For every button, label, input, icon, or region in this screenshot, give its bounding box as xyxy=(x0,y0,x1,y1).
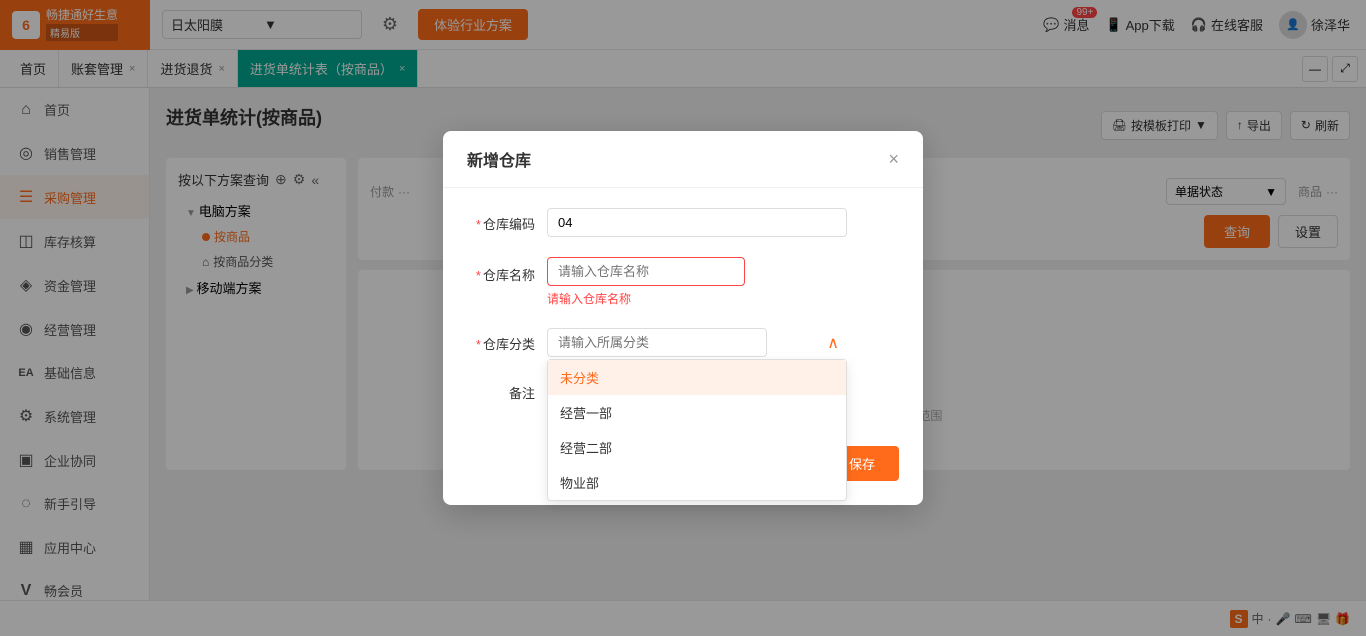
form-row-code: *仓库编码 xyxy=(467,208,899,237)
dropdown-item-dept2[interactable]: 经营二部 xyxy=(548,430,846,465)
name-field-wrap xyxy=(547,257,745,286)
dialog-title: 新增仓库 xyxy=(467,147,531,171)
category-label: *仓库分类 xyxy=(467,328,547,353)
category-toggle-icon[interactable]: ∧ xyxy=(827,333,839,353)
dialog-body: *仓库编码 *仓库名称 请输入仓库名称 xyxy=(443,188,923,446)
name-error-text: 请输入仓库名称 xyxy=(547,292,631,306)
form-row-category: *仓库分类 ∧ 未分类 经营一部 经营二部 xyxy=(467,328,899,357)
name-label: *仓库名称 xyxy=(467,259,547,284)
dropdown-item-dept1[interactable]: 经营一部 xyxy=(548,395,846,430)
code-label: *仓库编码 xyxy=(467,208,547,233)
category-dropdown: 未分类 经营一部 经营二部 物业部 xyxy=(547,359,847,501)
code-input[interactable] xyxy=(547,208,847,237)
name-input[interactable] xyxy=(547,257,745,286)
dialog-close-icon[interactable]: × xyxy=(888,149,899,170)
dialog-header: 新增仓库 × xyxy=(443,131,923,188)
dialog-add-warehouse: 新增仓库 × *仓库编码 *仓库名称 xyxy=(443,131,923,505)
category-wrap: ∧ 未分类 经营一部 经营二部 物业部 xyxy=(547,328,847,357)
dropdown-item-property[interactable]: 物业部 xyxy=(548,465,846,500)
note-label: 备注 xyxy=(467,377,547,402)
category-input[interactable] xyxy=(547,328,767,357)
form-row-name: *仓库名称 请输入仓库名称 xyxy=(467,257,899,308)
dropdown-item-none[interactable]: 未分类 xyxy=(548,360,846,395)
modal-overlay: 新增仓库 × *仓库编码 *仓库名称 xyxy=(0,0,1366,636)
